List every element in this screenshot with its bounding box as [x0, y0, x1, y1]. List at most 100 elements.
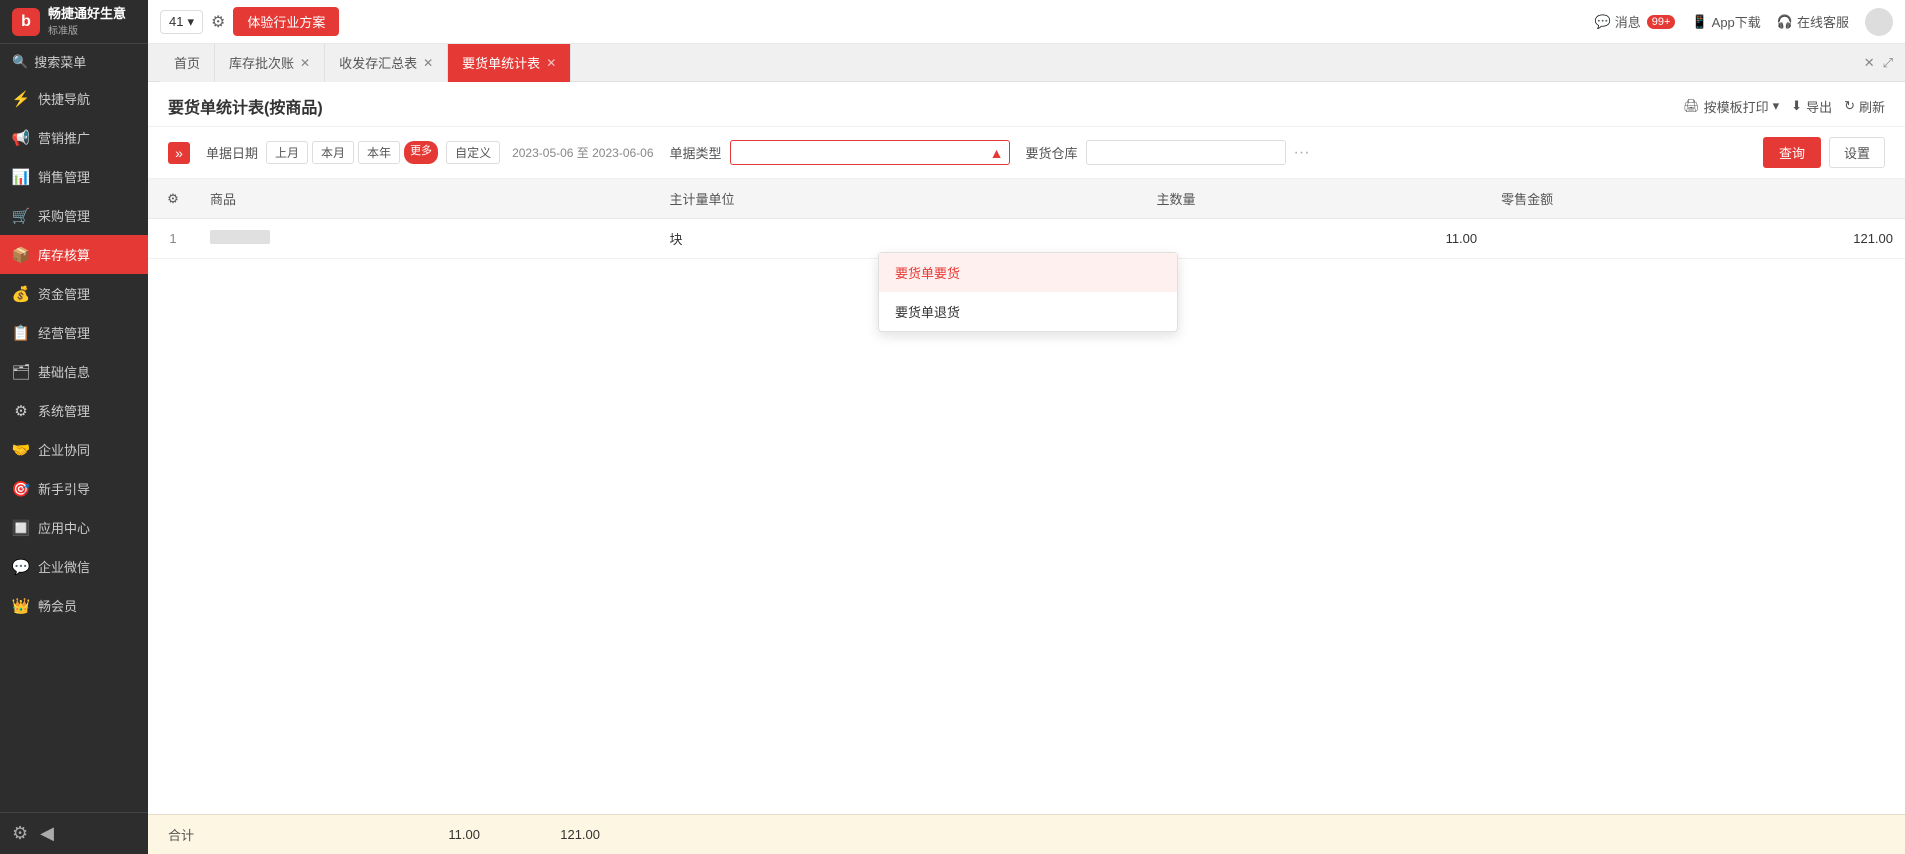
table-footer: 合计 11.00 121.00: [148, 814, 1905, 854]
tab-3[interactable]: 要货单统计表 ✕: [448, 44, 571, 82]
message-icon: 💬: [1595, 14, 1611, 30]
tab-close-3[interactable]: ✕: [546, 56, 556, 70]
store-dropdown-icon: ▾: [187, 14, 194, 30]
nav-icon-operations: 📋: [12, 324, 30, 342]
tab-1[interactable]: 库存批次账✕: [215, 44, 325, 82]
cell-product-0: [198, 219, 658, 259]
app-download-label: App下载: [1712, 12, 1761, 31]
trial-button[interactable]: 体验行业方案: [233, 7, 339, 36]
tab-expand-buttons: ✕ ⤢: [1864, 55, 1893, 71]
this-year-btn[interactable]: 本年: [358, 141, 400, 164]
tab-2[interactable]: 收发存汇总表 ✕: [325, 44, 448, 82]
nav-icon-finance: 💰: [12, 285, 30, 303]
sidebar-item-basic-info[interactable]: 🗂 基础信息: [0, 352, 148, 391]
this-month-btn[interactable]: 本月: [312, 141, 354, 164]
sidebar-item-sales[interactable]: 📊 销售管理: [0, 157, 148, 196]
sidebar-item-marketing[interactable]: 📢 营销推广: [0, 118, 148, 157]
warehouse-filter-input[interactable]: [1086, 140, 1286, 165]
export-label: 导出: [1806, 97, 1832, 116]
nav-label-system: 系统管理: [38, 401, 90, 420]
print-button[interactable]: 🖨 按模板打印 ▾: [1683, 97, 1779, 116]
sidebar-item-finance[interactable]: 💰 资金管理: [0, 274, 148, 313]
tab-0[interactable]: 首页: [160, 44, 215, 82]
messages-action[interactable]: 💬 消息 99+: [1595, 12, 1676, 31]
filter-bar: » 单据日期 上月 本月 本年 更多 自定义 2023-05-06 至 2023…: [148, 127, 1905, 179]
main-area: 41 ▾ ⚙ 体验行业方案 💬 消息 99+ 📱 App下载 🎧 在线客服: [148, 0, 1905, 854]
nav-label-sales: 销售管理: [38, 167, 90, 186]
sidebar-item-quick-nav[interactable]: ⚡ 快捷导航: [0, 79, 148, 118]
sidebar: b 畅捷通好生意 标准版 🔍 搜索菜单 ⚡ 快捷导航 📢 营销推广 📊 销售管理…: [0, 0, 148, 854]
content-area: 要货单统计表(按商品) 🖨 按模板打印 ▾ ⬇ 导出 ↻ 刷新 »: [148, 82, 1905, 854]
export-icon: ⬇: [1791, 98, 1802, 114]
query-button[interactable]: 查询: [1763, 137, 1821, 168]
page-header: 要货单统计表(按商品) 🖨 按模板打印 ▾ ⬇ 导出 ↻ 刷新: [148, 82, 1905, 127]
sidebar-item-operations[interactable]: 📋 经营管理: [0, 313, 148, 352]
settings-footer-icon[interactable]: ⚙: [12, 823, 28, 844]
col-amount: 零售金额: [1489, 179, 1905, 219]
app-logo: b: [12, 8, 40, 36]
close-all-icon[interactable]: ✕: [1864, 55, 1875, 71]
sidebar-item-system[interactable]: ⚙ 系统管理: [0, 391, 148, 430]
nav-label-finance: 资金管理: [38, 284, 90, 303]
messages-badge: 99+: [1647, 15, 1676, 29]
app-subtitle: 标准版: [48, 22, 126, 37]
export-button[interactable]: ⬇ 导出: [1791, 97, 1832, 116]
refresh-button[interactable]: ↻ 刷新: [1844, 97, 1885, 116]
sidebar-item-wechat[interactable]: 💬 企业微信: [0, 547, 148, 586]
type-filter-label: 单据类型: [670, 143, 722, 162]
custom-date-btn[interactable]: 自定义: [446, 141, 500, 164]
tab-label-3: 要货单统计表: [462, 53, 540, 72]
sidebar-item-vip[interactable]: 👑 畅会员: [0, 586, 148, 625]
footer-values: 11.00 121.00: [360, 827, 1893, 842]
sidebar-item-inventory[interactable]: 📦 库存核算: [0, 235, 148, 274]
tab-close-2[interactable]: ✕: [423, 56, 433, 70]
sidebar-item-purchase[interactable]: 🛒 采购管理: [0, 196, 148, 235]
refresh-label: 刷新: [1859, 97, 1885, 116]
phone-icon: 📱: [1691, 14, 1707, 30]
topbar-settings-icon[interactable]: ⚙: [211, 12, 225, 32]
nav-label-quick-nav: 快捷导航: [38, 89, 90, 108]
date-filter-group: 单据日期 上月 本月 本年 更多 自定义 2023-05-06 至 2023-0…: [206, 141, 654, 164]
headset-icon: 🎧: [1777, 14, 1793, 30]
online-service-action[interactable]: 🎧 在线客服: [1777, 12, 1849, 31]
filter-settings-button[interactable]: 设置: [1829, 137, 1885, 168]
more-dates-badge[interactable]: 更多: [404, 141, 438, 164]
refresh-icon: ↻: [1844, 98, 1855, 114]
user-avatar[interactable]: [1865, 8, 1893, 36]
nav-icon-enterprise: 🤝: [12, 441, 30, 459]
tab-close-1[interactable]: ✕: [300, 56, 310, 70]
nav-label-app-center: 应用中心: [38, 518, 90, 537]
type-filter-input[interactable]: [730, 140, 1010, 165]
dropdown-item-1[interactable]: 要货单退货: [879, 292, 1177, 331]
sidebar-item-enterprise[interactable]: 🤝 企业协同: [0, 430, 148, 469]
store-selector[interactable]: 41 ▾: [160, 10, 203, 34]
sidebar-search[interactable]: 🔍 搜索菜单: [0, 44, 148, 79]
last-month-btn[interactable]: 上月: [266, 141, 308, 164]
expand-icon[interactable]: ⤢: [1883, 55, 1893, 71]
collapse-icon[interactable]: ◀: [40, 823, 54, 844]
type-filter-group: 单据类型 ▲: [670, 140, 1010, 165]
topbar-left: 41 ▾ ⚙ 体验行业方案: [160, 7, 339, 36]
sidebar-item-app-center[interactable]: 🔲 应用中心: [0, 508, 148, 547]
date-filter-label: 单据日期: [206, 143, 258, 162]
sidebar-item-guide[interactable]: 🎯 新手引导: [0, 469, 148, 508]
col-settings[interactable]: ⚙: [148, 179, 198, 219]
nav-label-enterprise: 企业协同: [38, 440, 90, 459]
dropdown-item-0[interactable]: 要货单要货: [879, 253, 1177, 292]
nav-icon-guide: 🎯: [12, 480, 30, 498]
footer-amount: 121.00: [480, 827, 600, 842]
messages-label: 消息: [1615, 12, 1641, 31]
nav-label-inventory: 库存核算: [38, 245, 90, 264]
col-unit: 主计量单位: [658, 179, 1145, 219]
footer-label: 合计: [160, 825, 360, 844]
nav-label-operations: 经营管理: [38, 323, 90, 342]
app-download-action[interactable]: 📱 App下载: [1691, 12, 1760, 31]
col-settings-icon[interactable]: ⚙: [167, 191, 179, 206]
tab-label-2: 收发存汇总表: [339, 53, 417, 72]
filter-more-icon[interactable]: ···: [1294, 144, 1310, 162]
filter-expand-button[interactable]: »: [168, 142, 190, 164]
nav-label-purchase: 采购管理: [38, 206, 90, 225]
nav-icon-basic-info: 🗂: [12, 363, 30, 381]
print-label: 按模板打印: [1704, 97, 1769, 116]
print-icon: 🖨: [1683, 98, 1700, 114]
